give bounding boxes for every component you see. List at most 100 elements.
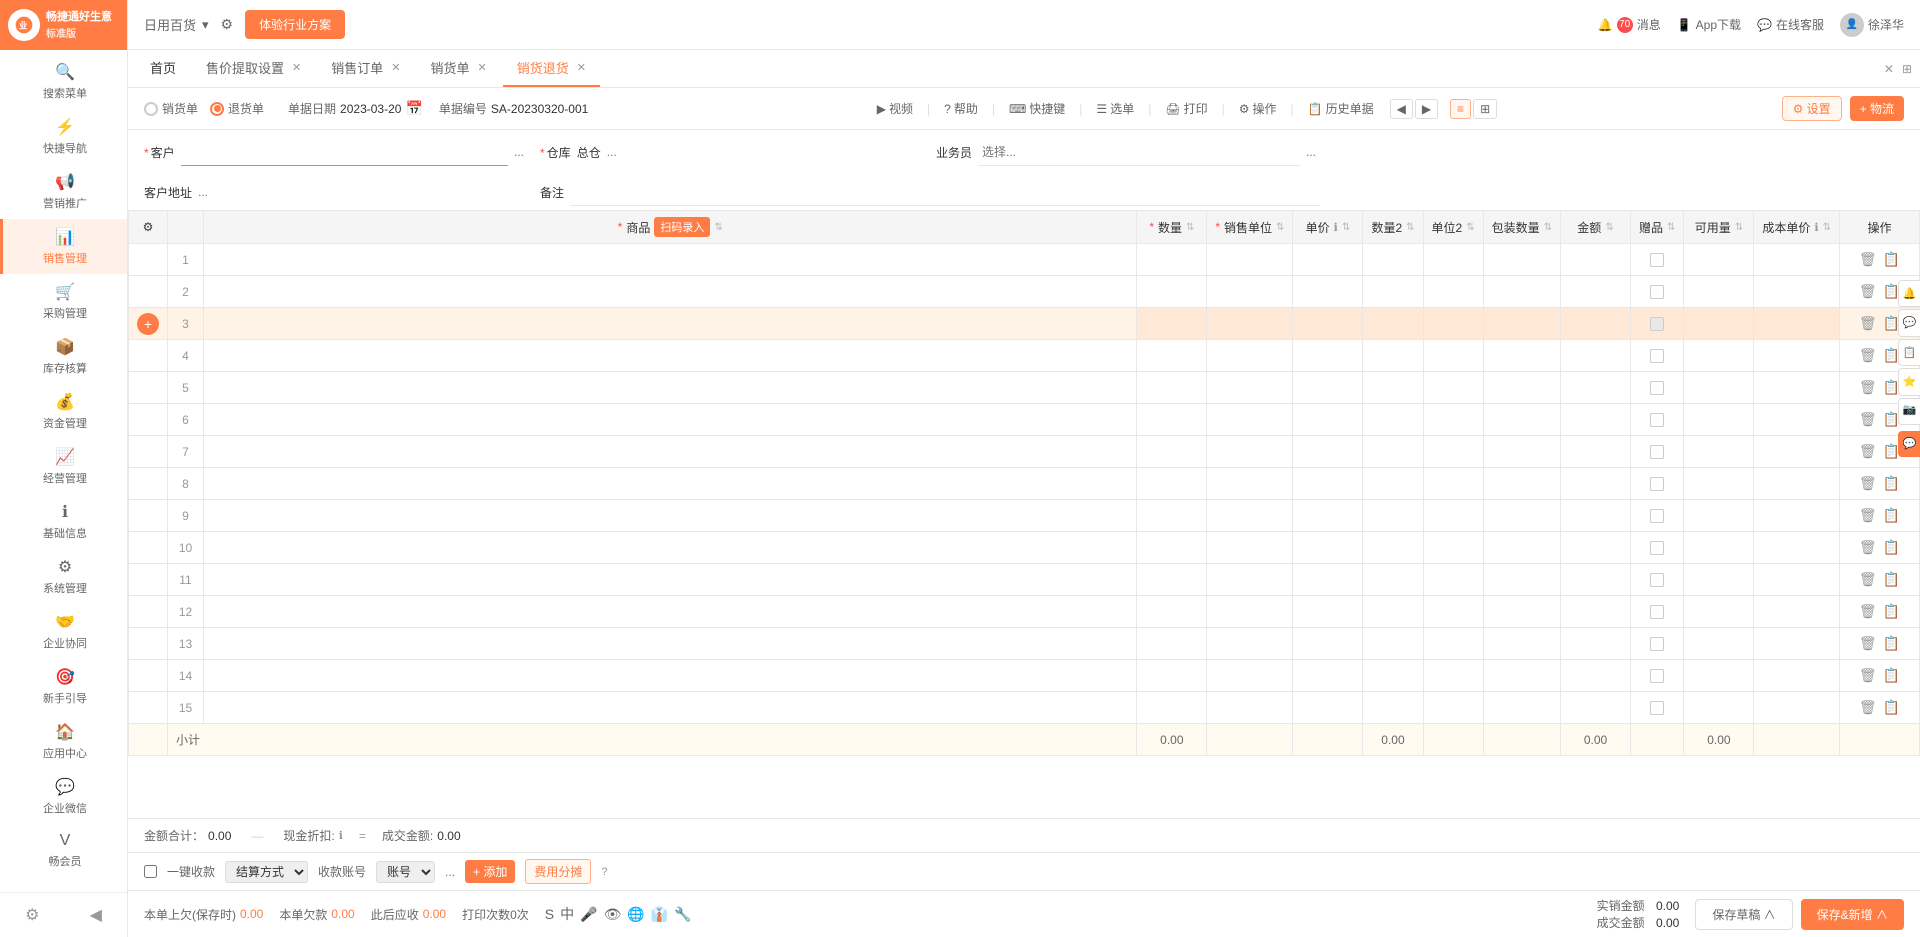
radio-return[interactable]: 退货单 bbox=[210, 100, 264, 117]
sidebar-item-finance[interactable]: 💰 资金管理 bbox=[0, 384, 127, 439]
tab-sales-order-close[interactable]: ✕ bbox=[391, 61, 400, 74]
account-dots[interactable]: ... bbox=[445, 865, 455, 879]
sort-unit2-icon[interactable]: ⇅ bbox=[1466, 222, 1474, 233]
delete-row-btn-10[interactable]: 🗑 bbox=[1859, 539, 1877, 556]
sidebar-item-inventory[interactable]: 📦 库存核算 bbox=[0, 329, 127, 384]
action-select[interactable]: ☰ 选单 bbox=[1092, 98, 1138, 119]
sidebar-item-wechat[interactable]: 💬 企业微信 bbox=[0, 769, 127, 824]
sidebar-item-marketing[interactable]: 📢 营销推广 bbox=[0, 164, 127, 219]
view-list-btn[interactable]: ≡ bbox=[1450, 99, 1471, 119]
right-panel-btn-5[interactable]: 📷 bbox=[1898, 398, 1920, 425]
trial-btn[interactable]: 体验行业方案 bbox=[245, 10, 345, 39]
tab-sales-return-close[interactable]: ✕ bbox=[577, 61, 586, 74]
sidebar-item-sales[interactable]: 📊 销售管理 bbox=[0, 219, 127, 274]
action-help[interactable]: ? 帮助 bbox=[940, 98, 982, 119]
status-icon-6[interactable]: 👔 bbox=[651, 906, 668, 923]
nav-next-btn[interactable]: ▶ bbox=[1415, 99, 1438, 119]
action-shortcut[interactable]: ⌨ 快捷键 bbox=[1005, 98, 1069, 119]
sort-cost-icon[interactable]: ⇅ bbox=[1823, 222, 1831, 233]
action-operate[interactable]: ⚙ 操作 bbox=[1235, 98, 1281, 119]
sidebar-item-collab[interactable]: 🤝 企业协同 bbox=[0, 604, 127, 659]
td-product-1[interactable] bbox=[204, 244, 1137, 276]
th-settings[interactable]: ⚙ bbox=[129, 211, 168, 244]
copy-row-btn-15[interactable]: 📋 bbox=[1883, 699, 1900, 716]
delete-row-btn-1[interactable]: 🗑 bbox=[1859, 251, 1877, 268]
delete-row-btn-6[interactable]: 🗑 bbox=[1859, 411, 1877, 428]
scan-btn[interactable]: 扫码录入 bbox=[654, 217, 710, 237]
remark-input[interactable] bbox=[570, 178, 1320, 206]
tab-sales-return[interactable]: 销货退货 ✕ bbox=[503, 50, 600, 87]
tab-sales[interactable]: 销货单 ✕ bbox=[416, 50, 500, 87]
app-download-btn[interactable]: 📱 App下载 bbox=[1677, 16, 1741, 33]
user-menu[interactable]: 👤 徐泽华 bbox=[1840, 13, 1904, 37]
save-new-btn[interactable]: 保存&新增 ∧ bbox=[1801, 899, 1904, 930]
tab-sales-close[interactable]: ✕ bbox=[478, 61, 487, 74]
sort-qty2-icon[interactable]: ⇅ bbox=[1406, 222, 1414, 233]
td-product-15[interactable] bbox=[204, 692, 1137, 724]
copy-row-btn-10[interactable]: 📋 bbox=[1883, 539, 1900, 556]
delete-row-btn-13[interactable]: 🗑 bbox=[1859, 635, 1877, 652]
action-video[interactable]: ▶ 视频 bbox=[873, 98, 917, 119]
sidebar-item-operations[interactable]: 📈 经营管理 bbox=[0, 439, 127, 494]
sidebar-item-search[interactable]: 🔍 搜索菜单 bbox=[0, 54, 127, 109]
sort-product-icon[interactable]: ⇅ bbox=[714, 222, 722, 233]
sort-price-icon[interactable]: ⇅ bbox=[1342, 222, 1350, 233]
td-product-11[interactable] bbox=[204, 564, 1137, 596]
td-product-8[interactable] bbox=[204, 468, 1137, 500]
td-product-6[interactable] bbox=[204, 404, 1137, 436]
tab-price-extract[interactable]: 售价提取设置 ✕ bbox=[192, 50, 315, 87]
sidebar-item-guide[interactable]: 🎯 新手引导 bbox=[0, 659, 127, 714]
sidebar-item-appstore[interactable]: 🏠 应用中心 bbox=[0, 714, 127, 769]
delete-row-btn-8[interactable]: 🗑 bbox=[1859, 475, 1877, 492]
status-icon-7[interactable]: 🔧 bbox=[674, 906, 691, 923]
calendar-icon[interactable]: 📅 bbox=[405, 100, 422, 117]
status-icon-1[interactable]: S bbox=[545, 906, 554, 922]
online-service-btn[interactable]: 💬 在线客服 bbox=[1757, 16, 1824, 33]
right-panel-btn-6[interactable]: 💬 bbox=[1898, 431, 1920, 456]
delete-row-btn-11[interactable]: 🗑 bbox=[1859, 571, 1877, 588]
add-logistics-btn[interactable]: + 物流 bbox=[1850, 96, 1904, 121]
delete-row-btn-14[interactable]: 🗑 bbox=[1859, 667, 1877, 684]
delete-row-btn-3[interactable]: 🗑 bbox=[1859, 315, 1877, 332]
expand-icon[interactable]: ⊞ bbox=[1902, 62, 1912, 76]
nav-prev-btn[interactable]: ◀ bbox=[1390, 99, 1413, 119]
close-tab-icon[interactable]: ✕ bbox=[1884, 62, 1894, 76]
copy-row-btn-14[interactable]: 📋 bbox=[1883, 667, 1900, 684]
view-grid-btn[interactable]: ⊞ bbox=[1473, 99, 1497, 119]
delete-row-btn-5[interactable]: 🗑 bbox=[1859, 379, 1877, 396]
right-panel-btn-2[interactable]: 💬 bbox=[1898, 309, 1920, 336]
radio-sale[interactable]: 销货单 bbox=[144, 100, 198, 117]
copy-row-btn-13[interactable]: 📋 bbox=[1883, 635, 1900, 652]
one-click-payment-checkbox[interactable] bbox=[144, 865, 157, 878]
copy-row-btn-1[interactable]: 📋 bbox=[1883, 251, 1900, 268]
sidebar-item-system[interactable]: ⚙ 系统管理 bbox=[0, 549, 127, 604]
customer-select-btn[interactable]: ... bbox=[514, 145, 524, 159]
status-icon-4[interactable]: 👁 bbox=[604, 906, 622, 923]
action-print[interactable]: 🖨 打印 bbox=[1161, 98, 1211, 119]
tab-home[interactable]: 首页 bbox=[136, 50, 190, 87]
td-product-4[interactable] bbox=[204, 340, 1137, 372]
delete-row-btn-2[interactable]: 🗑 bbox=[1859, 283, 1877, 300]
copy-row-btn-8[interactable]: 📋 bbox=[1883, 475, 1900, 492]
sidebar-item-purchase[interactable]: 🛒 采购管理 bbox=[0, 274, 127, 329]
status-icon-3[interactable]: 🎤 bbox=[580, 906, 597, 923]
delete-row-btn-12[interactable]: 🗑 bbox=[1859, 603, 1877, 620]
right-panel-btn-3[interactable]: 📋 bbox=[1898, 339, 1920, 366]
td-product-5[interactable] bbox=[204, 372, 1137, 404]
sort-unit-icon[interactable]: ⇅ bbox=[1276, 222, 1284, 233]
td-product-3[interactable] bbox=[204, 308, 1137, 340]
right-panel-btn-4[interactable]: ⭐ bbox=[1898, 368, 1920, 395]
topbar-settings-icon[interactable]: ⚙ bbox=[221, 16, 234, 33]
account-select[interactable]: 账号 bbox=[376, 861, 435, 883]
copy-row-btn-12[interactable]: 📋 bbox=[1883, 603, 1900, 620]
add-row-btn[interactable]: + bbox=[137, 313, 159, 335]
staff-select-btn[interactable]: ... bbox=[1306, 145, 1316, 159]
address-select-btn[interactable]: ... bbox=[198, 185, 208, 199]
sidebar-item-member[interactable]: V 畅会员 bbox=[0, 824, 127, 877]
td-product-10[interactable] bbox=[204, 532, 1137, 564]
sidebar-item-basic-info[interactable]: ℹ 基础信息 bbox=[0, 494, 127, 549]
save-draft-btn[interactable]: 保存草稿 ∧ bbox=[1695, 899, 1792, 930]
collapse-btn[interactable]: ◀ bbox=[86, 901, 106, 929]
action-history[interactable]: 📋 历史单据 bbox=[1304, 98, 1378, 119]
copy-row-btn-9[interactable]: 📋 bbox=[1883, 507, 1900, 524]
